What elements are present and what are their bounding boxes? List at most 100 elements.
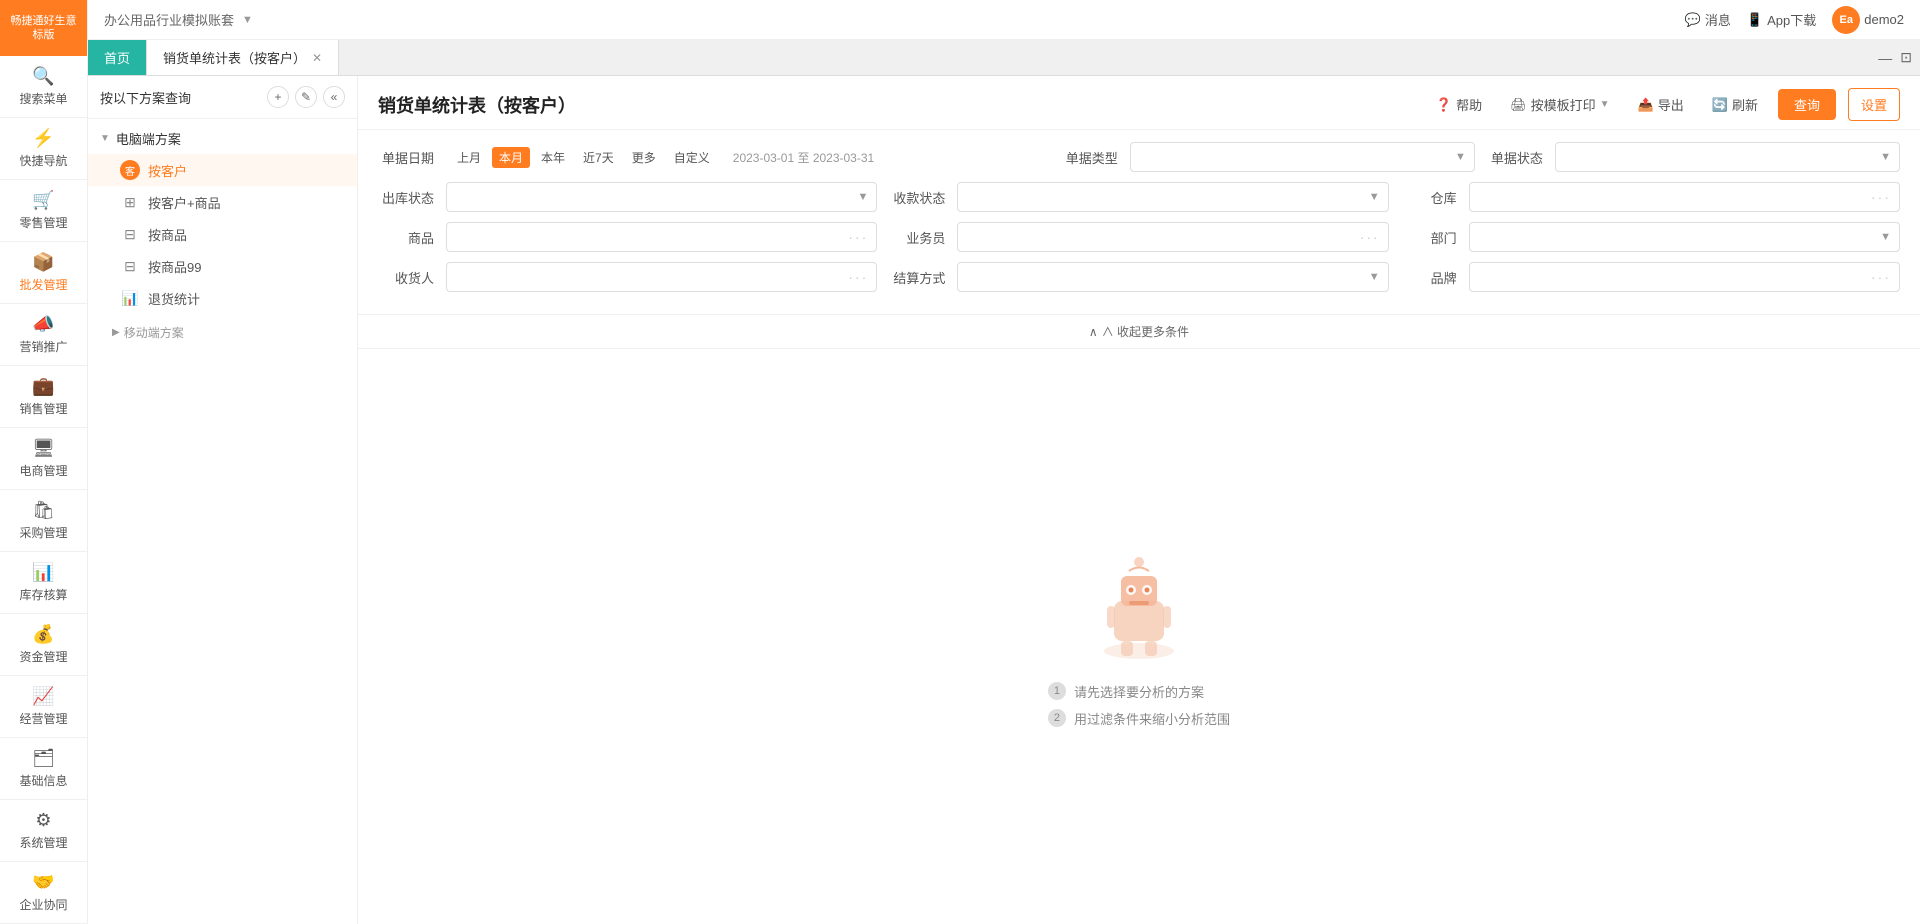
consignee-input[interactable]: ···	[446, 262, 877, 292]
order-status-input[interactable]: ▼	[1555, 142, 1900, 172]
sidebar-item-ecommerce[interactable]: 🖥 电商管理	[0, 428, 87, 490]
sidebar-item-quick-nav[interactable]: ⚡ 快捷导航	[0, 118, 87, 180]
ds-last-month[interactable]: 上月	[450, 147, 488, 168]
sidebar-item-retail[interactable]: 🛒 零售管理	[0, 180, 87, 242]
collapse-icon: «	[331, 90, 338, 104]
scheme-list-icon: ⊟	[120, 224, 140, 244]
refresh-icon: 🔄	[1712, 97, 1728, 113]
inventory-icon: 📊	[32, 562, 54, 583]
query-button[interactable]: 查询	[1778, 89, 1836, 120]
left-panel: 按以下方案查询 + ✎ « ▼ 电脑端方案 客	[88, 76, 358, 924]
order-status-arrow: ▼	[1880, 151, 1891, 163]
tip-num-2: 2	[1048, 709, 1066, 727]
scheme-bar-icon: 📊	[120, 288, 140, 308]
window-maximize-button[interactable]: ⊡	[1900, 49, 1912, 66]
brand-label: 品牌	[1401, 268, 1457, 287]
salesperson-label: 业务员	[889, 228, 945, 247]
warehouse-dots: ···	[1871, 189, 1891, 205]
operation-icon: 📈	[32, 686, 54, 707]
tab-close-button[interactable]: ✕	[312, 51, 322, 65]
tree-child-by-goods[interactable]: ⊟ 按商品	[88, 218, 357, 250]
payment-input[interactable]: ▼	[957, 262, 1388, 292]
add-scheme-button[interactable]: +	[267, 86, 289, 108]
left-panel-header: 按以下方案查询 + ✎ «	[88, 76, 357, 119]
filter-row-1: 单据日期 上月 本月 本年 近7天 更多 自定义 2023-03-01 至 20…	[378, 142, 1900, 172]
sidebar-item-system[interactable]: ⚙ 系统管理	[0, 800, 87, 862]
collapse-panel-button[interactable]: «	[323, 86, 345, 108]
tree-child-by-customer[interactable]: 客 按客户	[88, 154, 357, 186]
export-icon: 📤	[1638, 97, 1654, 113]
basic-icon: 🗂	[32, 748, 55, 769]
department-input[interactable]: ▼	[1469, 222, 1900, 252]
sidebar-item-purchase[interactable]: 🛍 采购管理	[0, 490, 87, 552]
message-button[interactable]: 💬 消息	[1685, 10, 1731, 29]
brand-input[interactable]: ···	[1469, 262, 1900, 292]
content-area: 按以下方案查询 + ✎ « ▼ 电脑端方案 客	[88, 76, 1920, 924]
edit-icon: ✎	[301, 90, 311, 104]
goods-input[interactable]: ···	[446, 222, 877, 252]
salesperson-dots: ···	[1360, 229, 1380, 245]
order-type-label: 单据类型	[1062, 148, 1118, 167]
empty-illustration	[1079, 546, 1199, 666]
tree-child-return-stat[interactable]: 📊 退货统计	[88, 282, 357, 314]
sidebar-item-inventory[interactable]: 📊 库存核算	[0, 552, 87, 614]
order-type-input[interactable]: ▼	[1130, 142, 1475, 172]
app-download-button[interactable]: 📱 App下载	[1747, 10, 1816, 29]
sidebar-item-wholesale[interactable]: 📦 批发管理	[0, 242, 87, 304]
sidebar-item-enterprise[interactable]: 🤝 企业协同	[0, 862, 87, 924]
user-profile-button[interactable]: Ea demo2	[1832, 6, 1904, 34]
ds-custom[interactable]: 自定义	[667, 147, 717, 168]
out-status-arrow: ▼	[857, 191, 868, 203]
salesperson-input[interactable]: ···	[957, 222, 1388, 252]
ds-this-month[interactable]: 本月	[492, 147, 530, 168]
ds-this-year[interactable]: 本年	[534, 147, 572, 168]
receipt-status-input[interactable]: ▼	[957, 182, 1388, 212]
tree-collapse-arrow: ▶	[112, 327, 120, 338]
collapse-label: ∧ 收起更多条件	[1102, 323, 1189, 340]
tree-parent-desktop[interactable]: ▼ 电脑端方案	[88, 123, 357, 154]
account-dropdown-arrow[interactable]: ▼	[242, 14, 253, 26]
sidebar-item-search[interactable]: 🔍 搜索菜单	[0, 56, 87, 118]
warehouse-input[interactable]: ···	[1469, 182, 1900, 212]
sidebar-item-marketing[interactable]: 📣 营销推广	[0, 304, 87, 366]
header-left: 办公用品行业模拟账套 ▼	[104, 10, 253, 29]
settings-button[interactable]: 设置	[1848, 88, 1900, 121]
print-button[interactable]: 🖨 按模板打印 ▼	[1502, 91, 1617, 118]
payment-arrow: ▼	[1369, 271, 1380, 283]
sidebar-item-sales[interactable]: 💼 销售管理	[0, 366, 87, 428]
collapse-bar[interactable]: ∧ ∧ 收起更多条件	[358, 315, 1920, 349]
avatar: Ea	[1832, 6, 1860, 34]
payment-label: 结算方式	[889, 268, 945, 287]
order-type-arrow: ▼	[1455, 151, 1466, 163]
edit-scheme-button[interactable]: ✎	[295, 86, 317, 108]
filter-row-3: 商品 ··· 业务员 ··· 部门 ▼	[378, 222, 1900, 252]
order-status-label: 单据状态	[1487, 148, 1543, 167]
sidebar-item-basic[interactable]: 🗂 基础信息	[0, 738, 87, 800]
page-title-bar: 销货单统计表（按客户） ❓ 帮助 🖨 按模板打印 ▼ 📤 导出	[358, 76, 1920, 130]
tree-child-by-customer-goods[interactable]: ⊞ 按客户+商品	[88, 186, 357, 218]
tip-num-1: 1	[1048, 682, 1066, 700]
export-button[interactable]: 📤 导出	[1630, 91, 1692, 118]
tab-sales-stat[interactable]: 销货单统计表（按客户） ✕	[147, 40, 339, 75]
ds-more[interactable]: 更多	[625, 147, 663, 168]
out-status-input[interactable]: ▼	[446, 182, 877, 212]
ds-last7days[interactable]: 近7天	[576, 147, 621, 168]
refresh-button[interactable]: 🔄 刷新	[1704, 91, 1766, 118]
tree-parent-mobile[interactable]: ▶ 移动端方案	[88, 318, 357, 347]
tab-home[interactable]: 首页	[88, 40, 147, 75]
tree-expand-arrow: ▼	[100, 133, 110, 144]
wholesale-icon: 📦	[32, 252, 54, 273]
tree-section-desktop: ▼ 电脑端方案 客 按客户 ⊞ 按客户+商品 ⊟ 按商品 ⊟ 按商品	[88, 119, 357, 318]
finance-icon: 💰	[32, 624, 54, 645]
sidebar-item-operation[interactable]: 📈 经营管理	[0, 676, 87, 738]
receipt-status-arrow: ▼	[1369, 191, 1380, 203]
ecommerce-icon: 🖥	[32, 438, 55, 459]
sidebar-item-finance[interactable]: 💰 资金管理	[0, 614, 87, 676]
tree-child-by-goods99[interactable]: ⊟ 按商品99	[88, 250, 357, 282]
page-title: 销货单统计表（按客户）	[378, 92, 576, 118]
message-icon: 💬	[1685, 12, 1701, 28]
main-area: 办公用品行业模拟账套 ▼ 💬 消息 📱 App下载 Ea demo2 首页	[88, 0, 1920, 924]
window-minimize-button[interactable]: —	[1878, 50, 1892, 66]
help-button[interactable]: ❓ 帮助	[1428, 91, 1490, 118]
sales-icon: 💼	[32, 376, 54, 397]
